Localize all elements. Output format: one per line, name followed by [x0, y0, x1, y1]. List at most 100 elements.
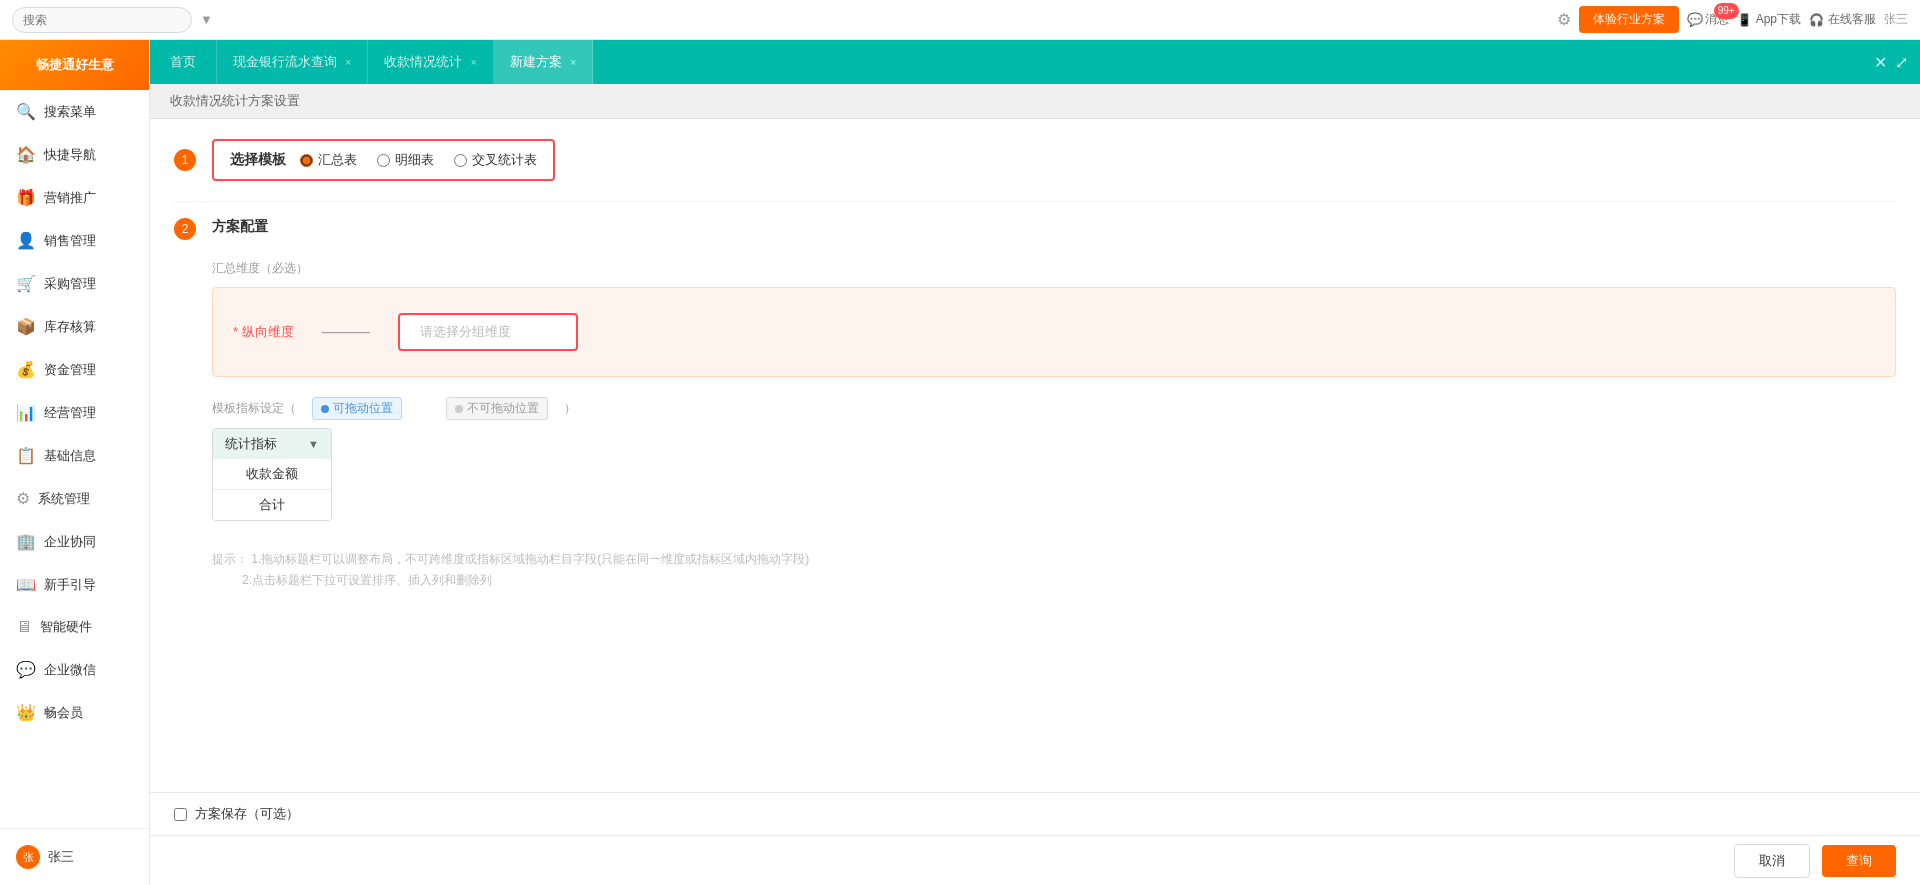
- user-info[interactable]: 张三: [1884, 11, 1908, 28]
- step2-badge: 2: [174, 218, 196, 240]
- form-section: 1 选择模板 汇总表 明细表: [150, 119, 1920, 792]
- metrics-settings-prefix: 模板指标设定（: [212, 400, 296, 417]
- tab-expand-icon[interactable]: ⤢: [1895, 53, 1908, 72]
- message-area[interactable]: 💬 消息 99+: [1687, 11, 1729, 28]
- page-title: 收款情况统计方案设置: [170, 93, 300, 108]
- sidebar-item-guide[interactable]: 📖 新手引导: [0, 563, 149, 606]
- step1-badge: 1: [174, 149, 196, 171]
- step1-label: 选择模板: [230, 151, 286, 169]
- radio-cross-label: 交叉统计表: [472, 151, 537, 169]
- dot-blue: [321, 405, 329, 413]
- online-service[interactable]: 🎧 在线客服: [1809, 11, 1876, 28]
- tab-receipt-stat-close[interactable]: ×: [470, 56, 476, 68]
- sidebar-label-system: 系统管理: [38, 490, 90, 508]
- sidebar-item-quick-nav[interactable]: 🏠 快捷导航: [0, 133, 149, 176]
- logo-text: 畅捷通好生意: [36, 56, 114, 74]
- sidebar-label-marketing: 营销推广: [44, 189, 96, 207]
- building-icon: 🏢: [16, 532, 36, 551]
- config-section: 汇总维度（必选） * 纵向维度 ——— 请选择分组维度: [174, 260, 1896, 603]
- radio-summary[interactable]: 汇总表: [300, 151, 357, 169]
- metrics-column-header[interactable]: 统计指标 ▼: [213, 429, 331, 459]
- message-icon: 💬: [1687, 12, 1703, 27]
- search-input[interactable]: [12, 7, 192, 33]
- tip-prefix: 提示： 1.拖动标题栏可以调整布局，不可跨维度或指标区域拖动栏目字段(只能在同一…: [212, 551, 1896, 568]
- tab-cashflow[interactable]: 现金银行流水查询 ×: [217, 40, 368, 84]
- tab-new-plan-close[interactable]: ×: [570, 56, 576, 68]
- arrow-icon: ———: [322, 323, 370, 341]
- metrics-amount-label: 收款金额: [246, 466, 298, 481]
- radio-detail[interactable]: 明细表: [377, 151, 434, 169]
- tab-receipt-stat-label: 收款情况统计: [384, 53, 462, 71]
- sidebar-label-purchase: 采购管理: [44, 275, 96, 293]
- tip-item-1: 1.拖动标题栏可以调整布局，不可跨维度或指标区域拖动栏目字段(只能在同一维度或指…: [251, 552, 809, 566]
- tab-home-label: 首页: [170, 53, 196, 71]
- sidebar-item-wechat[interactable]: 💬 企业微信: [0, 648, 149, 691]
- service-icon: 🎧: [1809, 13, 1824, 27]
- sidebar-item-enterprise[interactable]: 🏢 企业协同: [0, 520, 149, 563]
- radio-cross[interactable]: 交叉统计表: [454, 151, 537, 169]
- dot-gray: [455, 405, 463, 413]
- trial-button[interactable]: 体验行业方案: [1579, 6, 1679, 33]
- draggable-label: 可拖动位置: [333, 400, 393, 417]
- sidebar-label-inventory: 库存核算: [44, 318, 96, 336]
- tab-cashflow-close[interactable]: ×: [345, 56, 351, 68]
- non-draggable-label: 不可拖动位置: [467, 400, 539, 417]
- app-download[interactable]: 📱 App下载: [1737, 11, 1801, 28]
- sidebar-item-sales[interactable]: 👤 销售管理: [0, 219, 149, 262]
- sidebar-item-marketing[interactable]: 🎁 营销推广: [0, 176, 149, 219]
- sidebar-item-business[interactable]: 📊 经营管理: [0, 391, 149, 434]
- settings-icon: ⚙: [16, 489, 30, 508]
- dropdown-icon[interactable]: ▼: [200, 12, 213, 27]
- sidebar-label-business: 经营管理: [44, 404, 96, 422]
- monitor-icon: 🖥: [16, 618, 32, 636]
- step2-label: 方案配置: [212, 218, 268, 236]
- box-icon: 📦: [16, 317, 36, 336]
- money-icon: 💰: [16, 360, 36, 379]
- sidebar-item-system[interactable]: ⚙ 系统管理: [0, 477, 149, 520]
- tab-receipt-stat[interactable]: 收款情况统计 ×: [368, 40, 493, 84]
- download-icon: 📱: [1737, 13, 1752, 27]
- draggable-badge: 可拖动位置: [312, 397, 402, 420]
- metrics-row-amount: 收款金额: [213, 459, 331, 489]
- search-icon: 🔍: [16, 102, 36, 121]
- sidebar-item-member[interactable]: 👑 畅会员: [0, 691, 149, 734]
- metrics-label-row: 模板指标设定（ 可拖动位置 不可拖动位置 ）: [212, 397, 1896, 420]
- radio-summary-label: 汇总表: [318, 151, 357, 169]
- sidebar-item-inventory[interactable]: 📦 库存核算: [0, 305, 149, 348]
- query-button[interactable]: 查询: [1822, 845, 1896, 877]
- metrics-dropdown-icon[interactable]: ▼: [308, 438, 319, 450]
- sidebar-item-purchase[interactable]: 🛒 采购管理: [0, 262, 149, 305]
- save-checkbox[interactable]: [174, 808, 187, 821]
- avatar: 张: [16, 845, 40, 869]
- cancel-button[interactable]: 取消: [1734, 844, 1810, 878]
- chat-icon: 💬: [16, 660, 36, 679]
- user-icon: 👤: [16, 231, 36, 250]
- dimension-selector[interactable]: 请选择分组维度: [398, 313, 578, 351]
- save-label: 方案保存（可选）: [195, 805, 299, 823]
- tab-close-all-icon[interactable]: ✕: [1874, 53, 1887, 72]
- template-radio-group: 汇总表 明细表 交叉统计表: [300, 151, 537, 169]
- tab-bar: 首页 现金银行流水查询 × 收款情况统计 × 新建方案 × ✕ ⤢: [150, 40, 1920, 84]
- sidebar-label-quick-nav: 快捷导航: [44, 146, 96, 164]
- step1-template-box: 选择模板 汇总表 明细表: [212, 139, 555, 181]
- metrics-settings-suffix: ）: [564, 400, 576, 417]
- sidebar-label-enterprise: 企业协同: [44, 533, 96, 551]
- gear-icon[interactable]: ⚙: [1557, 10, 1571, 29]
- sidebar-label-wechat: 企业微信: [44, 661, 96, 679]
- sidebar-item-hardware[interactable]: 🖥 智能硬件: [0, 606, 149, 648]
- radio-cross-input[interactable]: [454, 154, 467, 167]
- sidebar-item-finance[interactable]: 💰 资金管理: [0, 348, 149, 391]
- radio-detail-input[interactable]: [377, 154, 390, 167]
- message-badge: 99+: [1714, 3, 1739, 19]
- footer-bar: 取消 查询: [150, 835, 1920, 885]
- sidebar-label-member: 畅会员: [44, 704, 83, 722]
- sidebar-label-search-menu: 搜索菜单: [44, 103, 96, 121]
- sidebar-item-search-menu[interactable]: 🔍 搜索菜单: [0, 90, 149, 133]
- tab-home[interactable]: 首页: [150, 40, 217, 84]
- sidebar-item-basic[interactable]: 📋 基础信息: [0, 434, 149, 477]
- radio-summary-input[interactable]: [300, 154, 313, 167]
- sidebar-item-profile[interactable]: 张 张三: [0, 837, 149, 877]
- sidebar: 畅捷通好生意 🔍 搜索菜单 🏠 快捷导航 🎁 营销推广 👤 销售管理 🛒 采购管…: [0, 40, 150, 885]
- tab-new-plan[interactable]: 新建方案 ×: [494, 40, 593, 84]
- main-layout: 畅捷通好生意 🔍 搜索菜单 🏠 快捷导航 🎁 营销推广 👤 销售管理 🛒 采购管…: [0, 40, 1920, 885]
